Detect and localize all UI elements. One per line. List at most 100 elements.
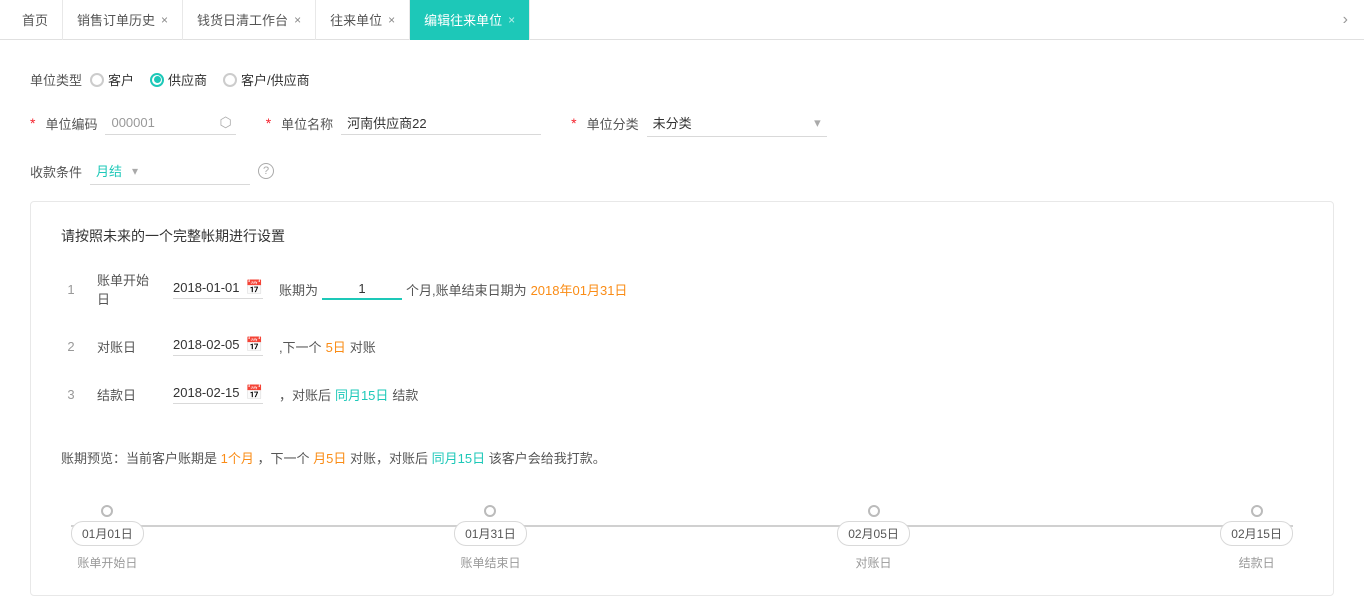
unit-code-field: * 单位编码 ⬡ <box>30 111 236 135</box>
calendar-icon-1[interactable]: 📅 <box>246 279 263 296</box>
payment-label: 收款条件 <box>30 162 82 181</box>
unit-type-field: 单位类型 客户 供应商 客户/供应商 <box>30 70 310 89</box>
help-icon[interactable]: ? <box>258 163 274 179</box>
unit-type-label: 单位类型 <box>30 70 82 89</box>
reconcile-date-value: 2018-02-05 <box>173 337 240 352</box>
row-start-date: 1 账单开始日 2018-01-01 📅 账期为 个月,账单结束日期为 2018… <box>61 270 1303 308</box>
card-section: 请按照未来的一个完整帐期进行设置 1 账单开始日 2018-01-01 📅 账期… <box>30 201 1334 596</box>
main-content: 单位类型 客户 供应商 客户/供应商 * 单位编码 ⬡ * 单位名称 * 单位分类 … <box>0 40 1364 616</box>
desc-suffix-3: 结款 <box>392 385 418 404</box>
tab-close-sales-order[interactable]: × <box>161 13 168 27</box>
unit-code-input-wrapper: ⬡ <box>105 111 235 135</box>
tab-cash-work[interactable]: 钱货日清工作台 × <box>183 0 316 40</box>
payment-value: 月结 <box>90 157 128 184</box>
tab-bar: 首页 销售订单历史 × 钱货日清工作台 × 往来单位 × 编辑往来单位 × › <box>0 0 1364 40</box>
timeline-label-2: 对账日 <box>856 554 892 571</box>
tab-sales-order[interactable]: 销售订单历史 × <box>63 0 183 40</box>
unit-category-value: 未分类 <box>653 113 692 132</box>
preview-day5: 月5日 <box>313 451 346 466</box>
dropdown-arrow-icon: ▾ <box>814 115 821 131</box>
preview-suffix: 该客户会给我打款。 <box>489 451 606 466</box>
tab-label-cash-work: 钱货日清工作台 <box>197 10 288 29</box>
timeline-badge-2: 02月05日 <box>837 521 910 546</box>
desc-prefix-1: 账期为 <box>279 280 318 299</box>
reconcile-date-field: 2018-02-05 📅 <box>173 336 263 356</box>
timeline-badge-3: 02月15日 <box>1220 521 1293 546</box>
required-star-name: * <box>266 115 271 131</box>
tab-label-partners: 往来单位 <box>330 10 382 29</box>
timeline-node-0: 01月01日账单开始日 <box>71 505 144 571</box>
radio-circle-supplier <box>150 73 164 87</box>
row-label-3: 结款日 <box>97 385 157 404</box>
calendar-icon-2[interactable]: 📅 <box>246 336 263 353</box>
timeline-node-1: 01月31日账单结束日 <box>454 505 527 571</box>
start-date-value: 2018-01-01 <box>173 280 240 295</box>
row-desc-1: 账期为 个月,账单结束日期为 2018年01月31日 <box>279 279 627 300</box>
tab-close-cash-work[interactable]: × <box>294 13 301 27</box>
desc-suffix-2: 对账 <box>350 337 376 356</box>
row-num-3: 3 <box>61 387 81 402</box>
unit-type-row: 单位类型 客户 供应商 客户/供应商 <box>30 70 1334 89</box>
tab-label-sales-order: 销售订单历史 <box>77 10 155 29</box>
unit-info-row: * 单位编码 ⬡ * 单位名称 * 单位分类 未分类 ▾ <box>30 109 1334 137</box>
unit-code-input[interactable] <box>105 111 215 134</box>
payment-select[interactable]: 月结 ▾ <box>90 157 250 185</box>
payment-date-field: 2018-02-15 📅 <box>173 384 263 404</box>
tab-close-edit-partner[interactable]: × <box>508 13 515 27</box>
preview-text: 账期预览：当前客户账期是 1个月 ，下一个 月5日 对账，对账后 同月15日 该… <box>61 432 1303 475</box>
tab-label-edit-partner: 编辑往来单位 <box>424 10 502 29</box>
timeline-label-1: 账单结束日 <box>460 554 520 571</box>
radio-both[interactable]: 客户/供应商 <box>223 70 310 89</box>
tab-home[interactable]: 首页 <box>8 0 63 40</box>
timeline-label-3: 结款日 <box>1239 554 1275 571</box>
unit-category-field: * 单位分类 未分类 ▾ <box>571 109 826 137</box>
payment-date-value: 2018-02-15 <box>173 385 240 400</box>
payment-day-highlight: 同月15日 <box>335 385 388 404</box>
row-num-1: 1 <box>61 282 81 297</box>
select-arrow-icon: ▾ <box>128 164 142 178</box>
row-payment-date: 3 结款日 2018-02-15 📅 ，对账后 同月15日 结款 <box>61 384 1303 404</box>
timeline-badge-1: 01月31日 <box>454 521 527 546</box>
unit-name-field: * 单位名称 <box>266 111 541 135</box>
desc-suffix-1: 个月,账单结束日期为 <box>406 280 527 299</box>
row-label-2: 对账日 <box>97 337 157 356</box>
tab-close-partners[interactable]: × <box>388 13 395 27</box>
radio-customer[interactable]: 客户 <box>90 70 134 89</box>
timeline-node-2: 02月05日对账日 <box>837 505 910 571</box>
row-label-1: 账单开始日 <box>97 270 157 308</box>
row-num-2: 2 <box>61 339 81 354</box>
unit-category-label: 单位分类 <box>587 114 639 133</box>
timeline-dot-2 <box>868 505 880 517</box>
period-input[interactable] <box>322 279 402 300</box>
radio-supplier[interactable]: 供应商 <box>150 70 207 89</box>
preview-1month: 1个月 <box>221 451 254 466</box>
reconcile-day-highlight: 5日 <box>326 337 346 356</box>
payment-row: 收款条件 月结 ▾ ? <box>30 157 1334 185</box>
calendar-icon-3[interactable]: 📅 <box>246 384 263 401</box>
timeline-node-3: 02月15日结款日 <box>1220 505 1293 571</box>
row-reconcile-date: 2 对账日 2018-02-05 📅 ,下一个 5日 对账 <box>61 336 1303 356</box>
radio-label-both: 客户/供应商 <box>241 70 310 89</box>
required-star-cat: * <box>571 115 576 131</box>
end-date-highlight: 2018年01月31日 <box>531 280 628 299</box>
tab-scroll-arrow[interactable]: › <box>1335 11 1356 29</box>
tab-edit-partner[interactable]: 编辑往来单位 × <box>410 0 530 40</box>
timeline-dot-0 <box>101 505 113 517</box>
tab-label-home: 首页 <box>22 10 48 29</box>
unit-category-select[interactable]: 未分类 ▾ <box>647 109 827 137</box>
unit-code-label: 单位编码 <box>45 114 97 133</box>
card-title: 请按照未来的一个完整帐期进行设置 <box>61 226 1303 246</box>
row-desc-2: ,下一个 5日 对账 <box>279 337 376 356</box>
radio-circle-both <box>223 73 237 87</box>
row-desc-3: ，对账后 同月15日 结款 <box>279 385 419 404</box>
unit-name-label: 单位名称 <box>281 114 333 133</box>
preview-middle: ，下一个 <box>258 451 310 466</box>
timeline-nodes: 01月01日账单开始日 01月31日账单结束日 02月05日对账日 02月15日结款日 <box>71 505 1293 571</box>
copy-icon[interactable]: ⬡ <box>215 114 235 131</box>
preview-prefix: 账期预览：当前客户账期是 <box>61 451 217 466</box>
tab-partners[interactable]: 往来单位 × <box>316 0 410 40</box>
radio-label-supplier: 供应商 <box>168 70 207 89</box>
timeline-label-0: 账单开始日 <box>77 554 137 571</box>
unit-name-input[interactable] <box>341 111 541 135</box>
timeline-dot-3 <box>1251 505 1263 517</box>
